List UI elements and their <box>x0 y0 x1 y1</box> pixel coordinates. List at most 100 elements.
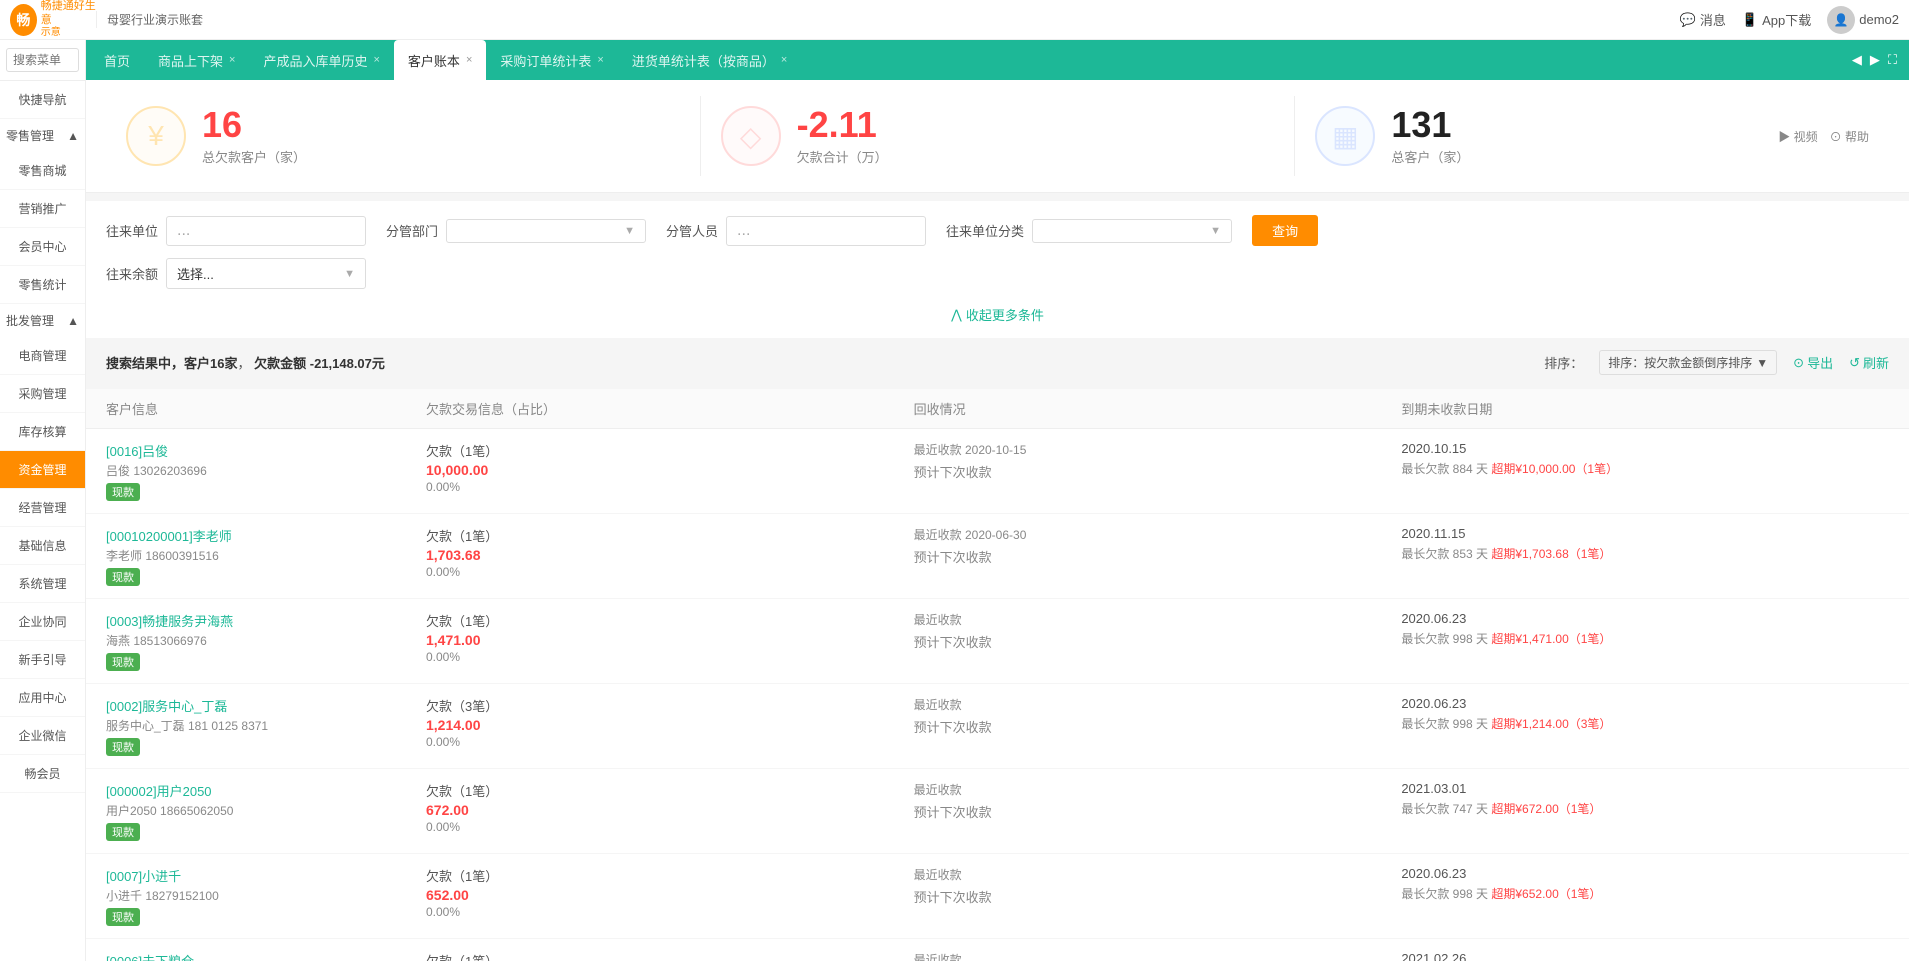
tab-purchase-order[interactable]: 采购订单统计表 × <box>486 40 617 80</box>
sidebar-item-marketing[interactable]: 营销推广 <box>0 190 85 228</box>
sidebar-item-retail-stats[interactable]: 零售统计 <box>0 266 85 304</box>
last-payment-2: 最近收款 <box>914 611 1402 628</box>
debt-info-0: 欠款（1笔） 10,000.00 0.00% <box>426 441 914 494</box>
export-btn[interactable]: ⊙ 导出 <box>1793 353 1833 372</box>
sidebar-item-wechat[interactable]: 企业微信 <box>0 717 85 755</box>
overdue-link-5[interactable]: 超期¥652.00（1笔） <box>1491 887 1601 901</box>
tab-home[interactable]: 首页 <box>90 40 144 80</box>
balance-label: 往来余额 <box>106 264 158 283</box>
sidebar-item-member[interactable]: 会员中心 <box>0 228 85 266</box>
tab-close-purchase-stats[interactable]: × <box>781 54 787 66</box>
sort-select[interactable]: 排序：按欠款金额倒序排序 ▼ <box>1599 350 1777 375</box>
tab-close-purchase-order[interactable]: × <box>597 54 603 66</box>
customer-phone-3: 服务中心_丁磊 181 0125 8371 <box>106 717 426 734</box>
balance-select[interactable]: 选择... ▼ <box>166 258 366 289</box>
manager-input[interactable]: ... <box>726 216 926 246</box>
overdue-link-4[interactable]: 超期¥672.00（1笔） <box>1491 802 1601 816</box>
filter-row-2: 往来余额 选择... ▼ <box>106 258 1889 289</box>
sidebar-item-capital[interactable]: 资金管理 <box>0 451 85 489</box>
video-btn[interactable]: ▶ 视频 <box>1778 128 1817 145</box>
sidebar-item-enterprise[interactable]: 企业协同 <box>0 603 85 641</box>
customer-name-2[interactable]: [0003]畅捷服务尹海燕 <box>106 611 426 630</box>
filter-manager: 分管人员 ... <box>666 216 926 246</box>
return-info-4: 最近收款 预计下次收款 <box>914 781 1402 821</box>
tab-product-history[interactable]: 产成品入库单历史 × <box>249 40 393 80</box>
last-payment-6: 最近收款 <box>914 951 1402 961</box>
customer-tag-4: 现款 <box>106 823 140 841</box>
sidebar-item-operations[interactable]: 经营管理 <box>0 489 85 527</box>
next-payment-3: 预计下次收款 <box>914 717 1402 736</box>
customer-name-3[interactable]: [0002]服务中心_丁磊 <box>106 696 426 715</box>
due-date-6: 2021.02.26 <box>1401 951 1889 961</box>
tab-purchase-stats[interactable]: 进货单统计表（按商品） × <box>618 40 801 80</box>
tab-goods-status[interactable]: 商品上下架 × <box>144 40 249 80</box>
due-date-3: 2020.06.23 <box>1401 696 1889 711</box>
from-unit-input[interactable]: ... <box>166 216 366 246</box>
sidebar: 快捷导航 零售管理 ▲ 零售商城 营销推广 会员中心 零售统计 批发管理 ▲ 电… <box>0 40 86 961</box>
col-header-due: 到期未收款日期 <box>1401 399 1889 418</box>
stat-icon-diamond: ◇ <box>721 106 781 166</box>
export-icon: ⊙ <box>1793 355 1804 371</box>
sidebar-item-retail-mgmt[interactable]: 零售管理 ▲ <box>0 119 85 152</box>
overdue-link-1[interactable]: 超期¥1,703.68（1笔） <box>1491 547 1611 561</box>
messages-btn[interactable]: 💬 消息 <box>1680 10 1726 29</box>
customer-name-4[interactable]: [000002]用户2050 <box>106 781 426 800</box>
customer-name-6[interactable]: [0006]去下粮仓 <box>106 951 426 961</box>
customer-name-1[interactable]: [00010200001]李老师 <box>106 526 426 545</box>
customer-name-5[interactable]: [0007]小进千 <box>106 866 426 885</box>
sidebar-item-app-center[interactable]: 应用中心 <box>0 679 85 717</box>
overdue-days-2: 最长欠款 998 天 超期¥1,471.00（1笔） <box>1401 630 1889 647</box>
sidebar-item-quick-nav[interactable]: 快捷导航 <box>0 81 85 119</box>
collapse-filters-btn[interactable]: ⋀ 收起更多条件 <box>106 301 1889 328</box>
tab-next-icon[interactable]: ▶ <box>1870 52 1880 68</box>
stat-debt-customers-label: 总欠款客户（家） <box>202 147 306 166</box>
overdue-link-2[interactable]: 超期¥1,471.00（1笔） <box>1491 632 1611 646</box>
user-avatar-btn[interactable]: 👤 demo2 <box>1827 6 1899 34</box>
search-input[interactable] <box>6 48 79 72</box>
sidebar-item-guide[interactable]: 新手引导 <box>0 641 85 679</box>
dept-select[interactable]: ▼ <box>446 219 646 243</box>
app-download-btn[interactable]: 📱 App下载 <box>1742 10 1811 29</box>
results-bar: 搜索结果中，客户16家， 欠款金额 -21,148.07元 排序： 排序：按欠款… <box>86 340 1909 385</box>
tab-close-goods-status[interactable]: × <box>229 54 235 66</box>
debt-info-5: 欠款（1笔） 652.00 0.00% <box>426 866 914 919</box>
from-unit-dots: ... <box>177 222 190 240</box>
sidebar-item-ecommerce[interactable]: 电商管理 <box>0 337 85 375</box>
overdue-link-3[interactable]: 超期¥1,214.00（3笔） <box>1491 717 1611 731</box>
help-btn[interactable]: ⊙ 帮助 <box>1830 128 1869 145</box>
due-info-2: 2020.06.23 最长欠款 998 天 超期¥1,471.00（1笔） <box>1401 611 1889 647</box>
filter-dept: 分管部门 ▼ <box>386 219 646 243</box>
stat-debt-total-value: -2.11 <box>797 107 888 143</box>
overdue-link-0[interactable]: 超期¥10,000.00（1笔） <box>1491 462 1618 476</box>
next-payment-2: 预计下次收款 <box>914 632 1402 651</box>
sidebar-item-batch-mgmt[interactable]: 批发管理 ▲ <box>0 304 85 337</box>
debt-pct-2: 0.00% <box>426 650 914 664</box>
overdue-days-3: 最长欠款 998 天 超期¥1,214.00（3笔） <box>1401 715 1889 732</box>
customer-name-0[interactable]: [0016]吕俊 <box>106 441 426 460</box>
tab-expand-icon[interactable]: ⛶ <box>1888 52 1897 68</box>
query-button[interactable]: 查询 <box>1252 215 1318 246</box>
tab-customer-account[interactable]: 客户账本 × <box>394 40 486 80</box>
due-date-4: 2021.03.01 <box>1401 781 1889 796</box>
sidebar-item-purchase[interactable]: 采购管理 <box>0 375 85 413</box>
filter-unit-category: 往来单位分类 ▼ <box>946 219 1232 243</box>
sidebar-item-system[interactable]: 系统管理 <box>0 565 85 603</box>
stat-top-right: ▶ 视频 ⊙ 帮助 <box>1778 128 1869 145</box>
debt-count-5: 欠款（1笔） <box>426 866 914 885</box>
avatar: 👤 <box>1827 6 1855 34</box>
sidebar-item-retail-mall[interactable]: 零售商城 <box>0 152 85 190</box>
tab-close-product-history[interactable]: × <box>373 54 379 66</box>
tab-close-customer-account[interactable]: × <box>466 54 472 66</box>
debt-info-4: 欠款（1笔） 672.00 0.00% <box>426 781 914 834</box>
debt-count-6: 欠款（1笔） <box>426 951 914 961</box>
tab-prev-icon[interactable]: ◀ <box>1852 52 1862 68</box>
due-info-4: 2021.03.01 最长欠款 747 天 超期¥672.00（1笔） <box>1401 781 1889 817</box>
sidebar-item-inventory[interactable]: 库存核算 <box>0 413 85 451</box>
debt-pct-4: 0.00% <box>426 820 914 834</box>
unit-category-select[interactable]: ▼ <box>1032 219 1232 243</box>
return-info-2: 最近收款 预计下次收款 <box>914 611 1402 651</box>
sidebar-item-member-plus[interactable]: 畅会员 <box>0 755 85 793</box>
refresh-btn[interactable]: ↺ 刷新 <box>1849 353 1889 372</box>
sidebar-item-basic[interactable]: 基础信息 <box>0 527 85 565</box>
overdue-days-5: 最长欠款 998 天 超期¥652.00（1笔） <box>1401 885 1889 902</box>
